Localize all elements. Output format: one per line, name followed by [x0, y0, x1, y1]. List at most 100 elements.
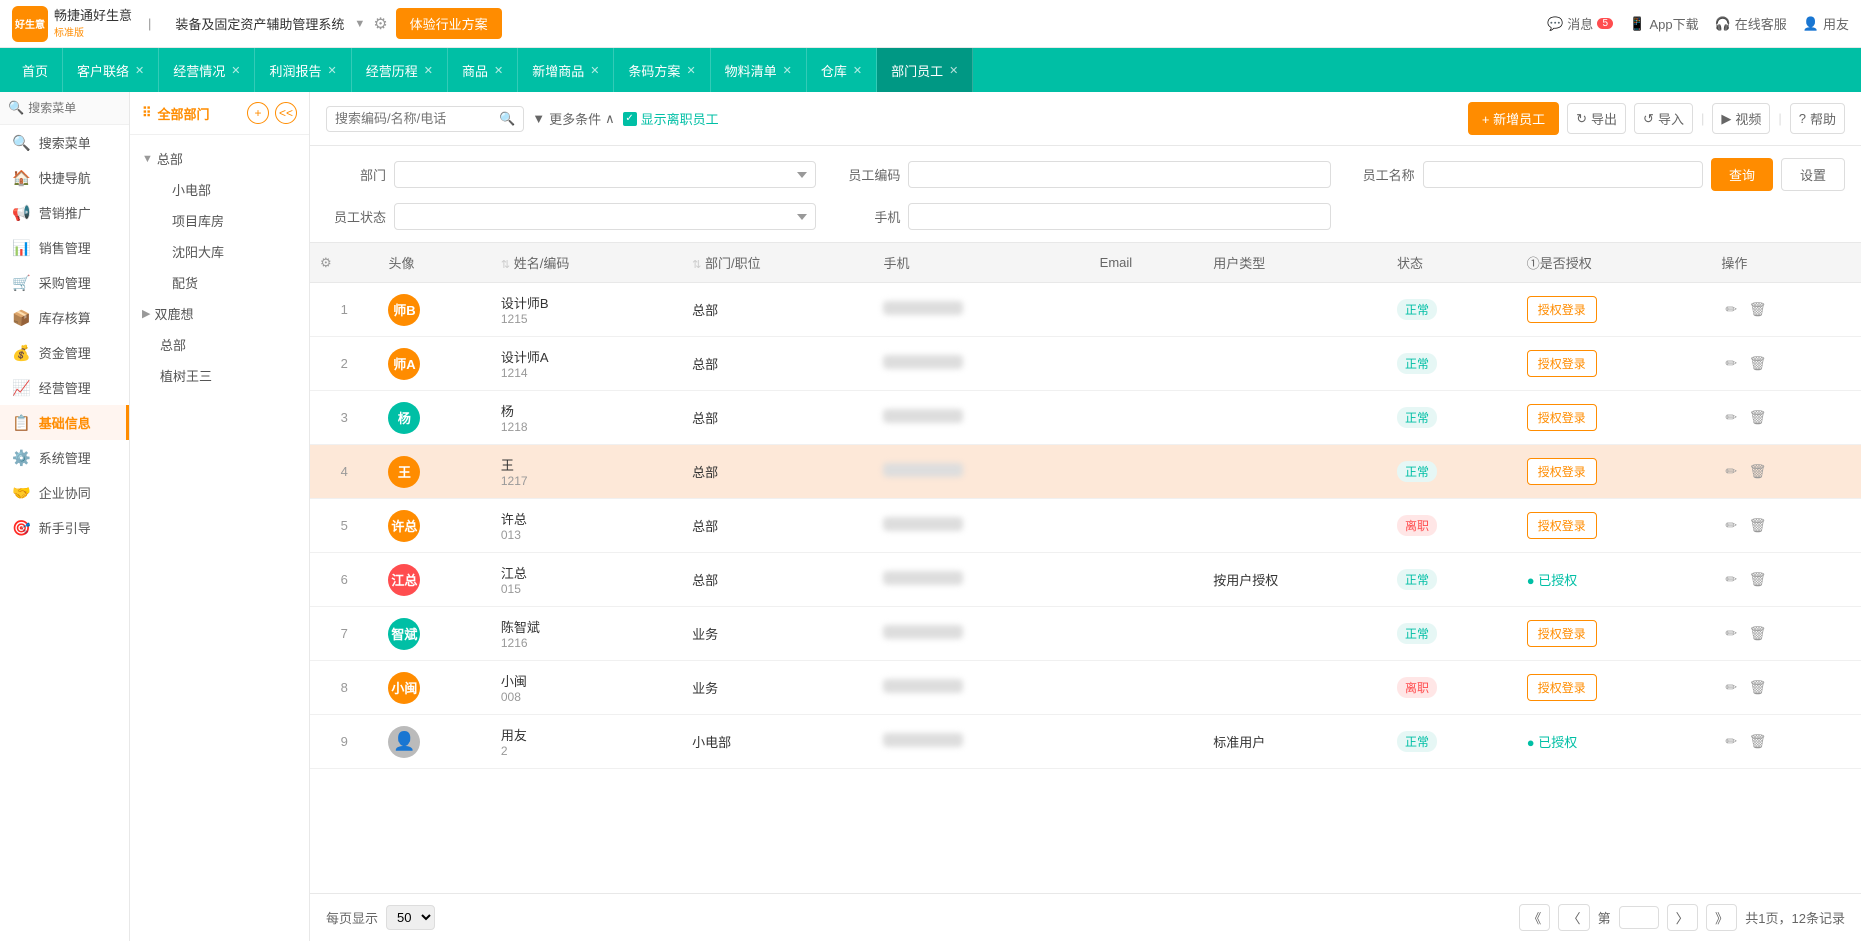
dept-tree-item[interactable]: ▶ 双鹿想 — [130, 298, 309, 329]
edit-btn[interactable]: ✏ — [1721, 515, 1741, 536]
delete-btn[interactable]: 🗑 — [1745, 569, 1771, 590]
sidebar-item[interactable]: 📊销售管理 — [0, 230, 129, 265]
auth-btn[interactable]: 授权登录 — [1527, 404, 1597, 431]
sidebar-item[interactable]: 🤝企业协同 — [0, 475, 129, 510]
nav-tab[interactable]: 部门员工✕ — [877, 48, 973, 92]
sidebar-item[interactable]: 🎯新手引导 — [0, 510, 129, 545]
prev-page-btn[interactable]: 〈 — [1558, 904, 1589, 931]
delete-btn[interactable]: 🗑 — [1745, 677, 1771, 698]
nav-tab[interactable]: 商品✕ — [448, 48, 518, 92]
delete-btn[interactable]: 🗑 — [1745, 353, 1771, 374]
help-btn[interactable]: ? 帮助 — [1790, 103, 1845, 134]
sidebar-item[interactable]: ⚙️系统管理 — [0, 440, 129, 475]
nav-tab[interactable]: 经营情况✕ — [159, 48, 255, 92]
dept-tree-item[interactable]: 沈阳大库 — [130, 236, 309, 267]
edit-btn[interactable]: ✏ — [1721, 731, 1741, 752]
nav-tab-close-icon[interactable]: ✕ — [494, 64, 503, 77]
dept-select[interactable] — [394, 161, 816, 188]
sidebar-item[interactable]: 📈经营管理 — [0, 370, 129, 405]
search-input[interactable] — [335, 111, 495, 126]
dept-tree-item[interactable]: 项目库房 — [130, 205, 309, 236]
page-size-select[interactable]: 50 — [386, 905, 435, 930]
delete-btn[interactable]: 🗑 — [1745, 407, 1771, 428]
page-input[interactable]: 1 — [1619, 906, 1659, 929]
add-dept-btn[interactable]: + — [247, 102, 269, 124]
first-page-btn[interactable]: 《 — [1519, 904, 1550, 931]
name-code-cell[interactable]: 用友2 — [491, 715, 682, 769]
dept-tree-item[interactable]: 小电部 — [130, 174, 309, 205]
last-page-btn[interactable]: 》 — [1706, 904, 1737, 931]
nav-tab-close-icon[interactable]: ✕ — [328, 64, 337, 77]
nav-tab-close-icon[interactable]: ✕ — [231, 64, 240, 77]
sidebar-item[interactable]: 📦库存核算 — [0, 300, 129, 335]
nav-tab[interactable]: 新增商品✕ — [518, 48, 614, 92]
query-btn[interactable]: 查询 — [1711, 158, 1773, 191]
auth-btn[interactable]: 授权登录 — [1527, 296, 1597, 323]
edit-btn[interactable]: ✏ — [1721, 353, 1741, 374]
name-code-cell[interactable]: 杨1218 — [491, 391, 682, 445]
auth-btn[interactable]: 授权登录 — [1527, 620, 1597, 647]
edit-btn[interactable]: ✏ — [1721, 623, 1741, 644]
sidebar-item[interactable]: 📢营销推广 — [0, 195, 129, 230]
status-select[interactable] — [394, 203, 816, 230]
name-input[interactable] — [1423, 161, 1703, 188]
settings-icon[interactable]: ⚙ — [373, 14, 387, 34]
name-code-cell[interactable]: 陈智斌1216 — [491, 607, 682, 661]
support-btn[interactable]: 🎧 在线客服 — [1715, 14, 1787, 33]
delete-btn[interactable]: 🗑 — [1745, 461, 1771, 482]
sidebar-item[interactable]: 🔍搜索菜单 — [0, 125, 129, 160]
nav-tab-close-icon[interactable]: ✕ — [424, 64, 433, 77]
nav-tab-close-icon[interactable]: ✕ — [853, 64, 862, 77]
name-code-cell[interactable]: 设计师B1215 — [491, 283, 682, 337]
search-icon[interactable]: 🔍 — [499, 111, 515, 127]
delete-btn[interactable]: 🗑 — [1745, 515, 1771, 536]
import-btn[interactable]: ↺ 导入 — [1634, 103, 1693, 134]
col-header[interactable]: ⚙ — [310, 243, 378, 283]
edit-btn[interactable]: ✏ — [1721, 407, 1741, 428]
sidebar-item[interactable]: 📋基础信息 — [0, 405, 129, 440]
message-btn[interactable]: 💬 消息 5 — [1547, 14, 1613, 33]
edit-btn[interactable]: ✏ — [1721, 569, 1741, 590]
sort-icon[interactable]: ⇅ — [692, 259, 701, 271]
edit-btn[interactable]: ✏ — [1721, 461, 1741, 482]
delete-btn[interactable]: 🗑 — [1745, 299, 1771, 320]
auth-btn[interactable]: 授权登录 — [1527, 512, 1597, 539]
resigned-checkbox[interactable]: ✓ — [623, 112, 637, 126]
nav-tab-close-icon[interactable]: ✕ — [135, 64, 144, 77]
nav-tab[interactable]: 经营历程✕ — [352, 48, 448, 92]
collapse-btn[interactable]: << — [275, 102, 297, 124]
dept-tree-item[interactable]: 配货 — [130, 267, 309, 298]
auth-btn[interactable]: 授权登录 — [1527, 458, 1597, 485]
delete-btn[interactable]: 🗑 — [1745, 623, 1771, 644]
auth-btn[interactable]: 授权登录 — [1527, 350, 1597, 377]
sidebar-item[interactable]: 🛒采购管理 — [0, 265, 129, 300]
nav-tab[interactable]: 仓库✕ — [807, 48, 877, 92]
trial-button[interactable]: 体验行业方案 — [396, 8, 502, 39]
col-settings-icon[interactable]: ⚙ — [320, 255, 332, 270]
nav-tab-close-icon[interactable]: ✕ — [783, 64, 792, 77]
video-btn[interactable]: ▶ 视频 — [1712, 103, 1770, 134]
dept-tree-item[interactable]: ▼ 总部 — [130, 143, 309, 174]
nav-tab-close-icon[interactable]: ✕ — [686, 64, 695, 77]
sys-title-arrow[interactable]: ▼ — [354, 18, 365, 30]
dept-tree-item[interactable]: 总部 — [130, 329, 309, 360]
next-page-btn[interactable]: 〉 — [1667, 904, 1698, 931]
reset-btn[interactable]: 设置 — [1781, 158, 1845, 191]
edit-btn[interactable]: ✏ — [1721, 677, 1741, 698]
dept-tree-item[interactable]: 植树王三 — [130, 360, 309, 391]
name-code-cell[interactable]: 设计师A1214 — [491, 337, 682, 391]
code-input[interactable] — [908, 161, 1330, 188]
nav-tab[interactable]: 客户联络✕ — [63, 48, 159, 92]
edit-btn[interactable]: ✏ — [1721, 299, 1741, 320]
nav-tab[interactable]: 首页 — [8, 48, 63, 92]
more-filter-btn[interactable]: ▼ 更多条件 ∧ — [532, 109, 614, 128]
app-download-btn[interactable]: 📱 App下载 — [1629, 14, 1698, 33]
nav-tab[interactable]: 条码方案✕ — [614, 48, 710, 92]
show-resigned-toggle[interactable]: ✓ 显示离职员工 — [623, 109, 719, 128]
sidebar-item[interactable]: 💰资金管理 — [0, 335, 129, 370]
name-code-cell[interactable]: 许总013 — [491, 499, 682, 553]
all-dept-label[interactable]: 全部部门 — [158, 104, 210, 123]
nav-tab[interactable]: 利润报告✕ — [255, 48, 351, 92]
export-btn[interactable]: ↻ 导出 — [1567, 103, 1626, 134]
add-employee-btn[interactable]: + 新增员工 — [1468, 102, 1559, 135]
